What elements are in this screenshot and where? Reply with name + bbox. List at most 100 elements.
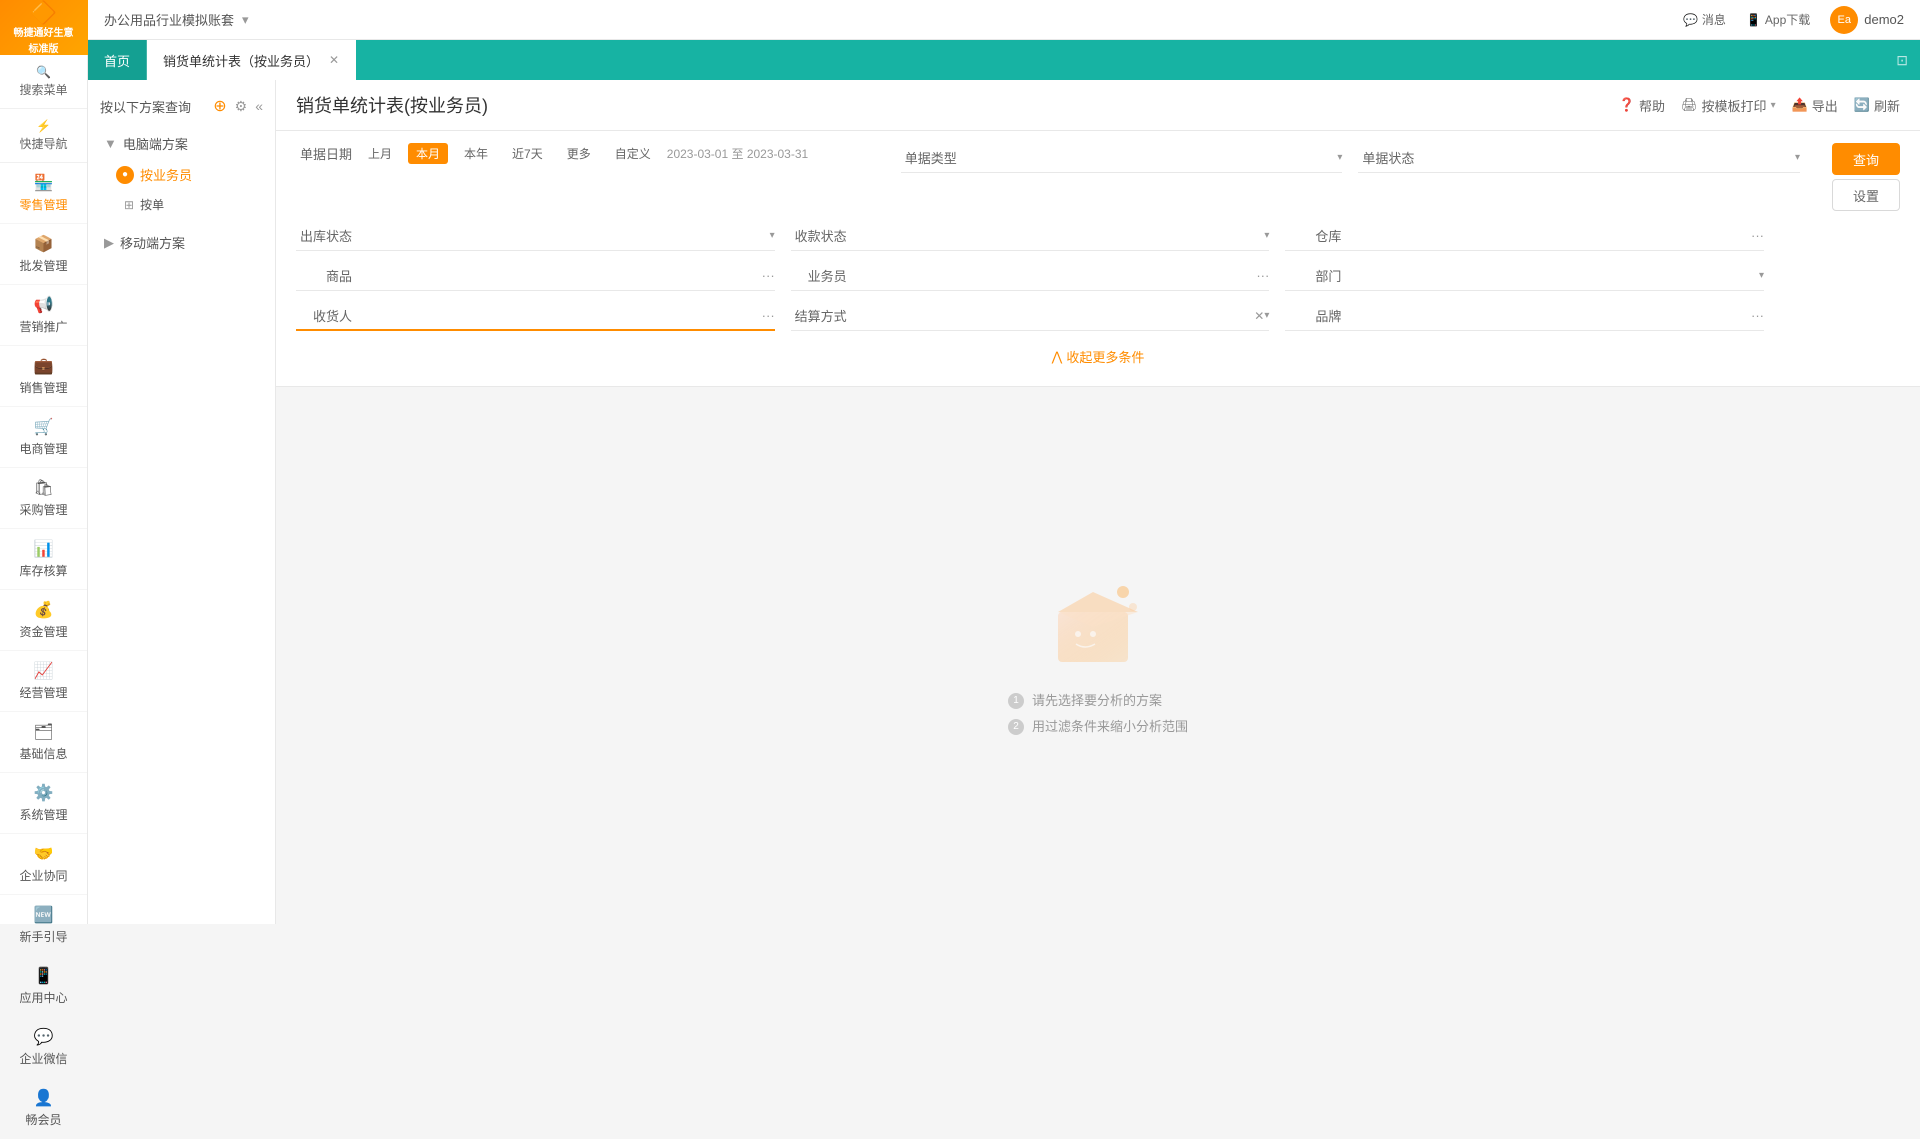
collapse-bar[interactable]: ⋀ 收起更多条件 bbox=[296, 339, 1900, 374]
newguide-label: 新手引导 bbox=[19, 928, 67, 945]
bill-status-filter[interactable]: 单据状态 ▾ bbox=[1358, 143, 1800, 173]
breadcrumb-area: 办公用品行业模拟账套 ▾ bbox=[104, 10, 249, 29]
logo-sub: 标准版 bbox=[29, 40, 59, 55]
tab-sales-stat-label: 销货单统计表（按业务员） bbox=[163, 51, 319, 70]
sidebar-item-sales[interactable]: 💼 销售管理 bbox=[0, 346, 87, 407]
sidebar-item-operations[interactable]: 📈 经营管理 bbox=[0, 651, 87, 712]
scheme-item-by-salesman[interactable]: ● 按业务员 bbox=[88, 159, 275, 190]
system-label: 系统管理 bbox=[19, 806, 67, 823]
page-header: 销货单统计表(按业务员) ❓ 帮助 🖨 按模板打印 ▾ 📤 导出 bbox=[276, 80, 1920, 131]
date-tab-7days[interactable]: 近7天 bbox=[504, 143, 551, 164]
refresh-label: 刷新 bbox=[1874, 96, 1900, 115]
tab-sales-stat[interactable]: 销货单统计表（按业务员） ✕ bbox=[147, 40, 356, 80]
filter-row-2: 出库状态 ▾ 收款状态 ▾ 仓库 ··· bbox=[296, 221, 1900, 251]
receipt-dropdown-icon: ▾ bbox=[1264, 230, 1269, 241]
mobile-group-arrow-icon: ▶ bbox=[104, 235, 114, 251]
user-area[interactable]: Ea demo2 bbox=[1830, 6, 1904, 34]
help-label: 帮助 bbox=[1639, 96, 1665, 115]
right-panel: 销货单统计表(按业务员) ❓ 帮助 🖨 按模板打印 ▾ 📤 导出 bbox=[276, 80, 1920, 924]
template-print-button[interactable]: 🖨 按模板打印 ▾ bbox=[1681, 96, 1776, 115]
date-tab-more[interactable]: 更多 bbox=[559, 143, 599, 164]
consignee-dots-icon[interactable]: ··· bbox=[762, 308, 775, 323]
salesman-dots-icon[interactable]: ··· bbox=[1256, 268, 1269, 283]
warehouse-filter[interactable]: 仓库 ··· bbox=[1285, 221, 1764, 251]
sidebar-item-search[interactable]: 🔍 搜索菜单 bbox=[0, 55, 87, 109]
wholesale-label: 批发管理 bbox=[19, 257, 67, 274]
sidebar-item-inventory[interactable]: 📊 库存核算 bbox=[0, 529, 87, 590]
sales-label: 销售管理 bbox=[19, 379, 67, 396]
maximize-icon[interactable]: ⊡ bbox=[1896, 52, 1908, 69]
settle-clear-icon[interactable]: ✕ bbox=[1254, 309, 1264, 323]
scheme-group-mobile: ▶ 移动端方案 bbox=[88, 223, 275, 262]
appcenter-icon: 📱 bbox=[34, 966, 54, 986]
export-icon: 📤 bbox=[1792, 97, 1808, 113]
collapse-label: 收起更多条件 bbox=[1066, 347, 1144, 366]
bill-type-filter[interactable]: 单据类型 ▾ bbox=[901, 143, 1343, 173]
sidebar-item-system[interactable]: ⚙️ 系统管理 bbox=[0, 773, 87, 834]
wechat-icon: 💬 bbox=[34, 1027, 54, 1047]
sidebar-item-appcenter[interactable]: 📱 应用中心 bbox=[0, 956, 87, 1017]
sidebar-item-basic[interactable]: 🗂 基础信息 bbox=[0, 712, 87, 773]
close-tab-icon[interactable]: ✕ bbox=[329, 53, 339, 67]
salesman-label: 业务员 bbox=[791, 266, 847, 285]
inventory-icon: 📊 bbox=[34, 539, 54, 559]
topbar-right-actions: 💬 消息 📱 App下载 Ea demo2 bbox=[1683, 6, 1904, 34]
date-tab-this-year[interactable]: 本年 bbox=[456, 143, 496, 164]
brand-filter[interactable]: 品牌 ··· bbox=[1285, 301, 1764, 331]
tip-text-2: 用过滤条件来缩小分析范围 bbox=[1032, 714, 1188, 740]
sidebar-item-finance[interactable]: 💰 资金管理 bbox=[0, 590, 87, 651]
date-tab-last-month[interactable]: 上月 bbox=[360, 143, 400, 164]
sidebar-item-wholesale[interactable]: 📦 批发管理 bbox=[0, 224, 87, 285]
sidebar-item-quicknav[interactable]: ⚡ 快捷导航 bbox=[0, 109, 87, 163]
message-action[interactable]: 💬 消息 bbox=[1683, 11, 1726, 28]
tab-home-label: 首页 bbox=[104, 51, 130, 70]
collapse-panel-icon[interactable]: « bbox=[255, 98, 263, 114]
scheme-group-desktop-title[interactable]: ▼ 电脑端方案 bbox=[88, 128, 275, 159]
date-tab-this-month[interactable]: 本月 bbox=[408, 143, 448, 164]
sidebar-item-retail[interactable]: 🏪 零售管理 bbox=[0, 163, 87, 224]
retail-icon: 🏪 bbox=[34, 173, 54, 193]
finance-label: 资金管理 bbox=[19, 623, 67, 640]
brand-dots-icon[interactable]: ··· bbox=[1751, 308, 1764, 323]
sidebar-item-purchase[interactable]: 🛍 采购管理 bbox=[0, 468, 87, 529]
settings-button[interactable]: 设置 bbox=[1832, 179, 1900, 211]
date-tab-custom[interactable]: 自定义 bbox=[607, 143, 659, 164]
purchase-label: 采购管理 bbox=[19, 501, 67, 518]
warehouse-dots-icon[interactable]: ··· bbox=[1751, 228, 1764, 243]
quicknav-label: 快捷导航 bbox=[19, 135, 67, 152]
sidebar-item-marketing[interactable]: 📢 营销推广 bbox=[0, 285, 87, 346]
refresh-button[interactable]: 🔄 刷新 bbox=[1854, 96, 1900, 115]
goods-dots-icon[interactable]: ··· bbox=[762, 268, 775, 283]
sidebar-item-member[interactable]: 👤 畅会员 bbox=[0, 1078, 87, 1139]
app-download-label: App下载 bbox=[1765, 11, 1810, 28]
app-download-action[interactable]: 📱 App下载 bbox=[1746, 11, 1810, 28]
sidebar-item-newguide[interactable]: 🆕 新手引导 bbox=[0, 895, 87, 956]
department-filter[interactable]: 部门 ▾ bbox=[1285, 261, 1764, 291]
goods-filter[interactable]: 商品 ··· bbox=[296, 261, 775, 291]
salesman-filter[interactable]: 业务员 ··· bbox=[791, 261, 1270, 291]
newguide-icon: 🆕 bbox=[34, 905, 54, 925]
sidebar-item-enterprise[interactable]: 🤝 企业协同 bbox=[0, 834, 87, 895]
settle-method-filter[interactable]: 结算方式 ✕ ▾ bbox=[791, 301, 1270, 331]
stock-out-filter[interactable]: 出库状态 ▾ bbox=[296, 221, 775, 251]
receipt-filter[interactable]: 收款状态 ▾ bbox=[791, 221, 1270, 251]
consignee-filter[interactable]: 收货人 ··· bbox=[296, 301, 775, 331]
warehouse-label: 仓库 bbox=[1285, 226, 1341, 245]
add-scheme-icon[interactable]: ⊕ bbox=[213, 96, 226, 116]
group-title-label: 电脑端方案 bbox=[123, 134, 188, 153]
filter-row-3: 商品 ··· 业务员 ··· 部门 ▾ bbox=[296, 261, 1900, 291]
sidebar-item-wechat[interactable]: 💬 企业微信 bbox=[0, 1017, 87, 1078]
settings-scheme-icon[interactable]: ⚙ bbox=[235, 98, 248, 115]
tab-home[interactable]: 首页 bbox=[88, 40, 147, 80]
scheme-item-by-order[interactable]: ⊞ 按单 bbox=[88, 190, 275, 219]
scheme-group-mobile-title[interactable]: ▶ 移动端方案 bbox=[88, 227, 275, 258]
member-label: 畅会员 bbox=[25, 1111, 61, 1128]
sidebar-item-ecommerce[interactable]: 🛒 电商管理 bbox=[0, 407, 87, 468]
help-button[interactable]: ❓ 帮助 bbox=[1619, 96, 1665, 115]
export-button[interactable]: 📤 导出 bbox=[1792, 96, 1838, 115]
print-dropdown-icon: ▾ bbox=[1771, 100, 1776, 111]
query-button[interactable]: 查询 bbox=[1832, 143, 1900, 175]
breadcrumb-dropdown-icon[interactable]: ▾ bbox=[242, 12, 249, 28]
empty-tip-1: 1 请先选择要分析的方案 bbox=[1008, 688, 1188, 714]
left-panel: 按以下方案查询 ⊕ ⚙ « ▼ 电脑端方案 ● 按业务员 ⊞ 按单 bbox=[88, 80, 276, 924]
